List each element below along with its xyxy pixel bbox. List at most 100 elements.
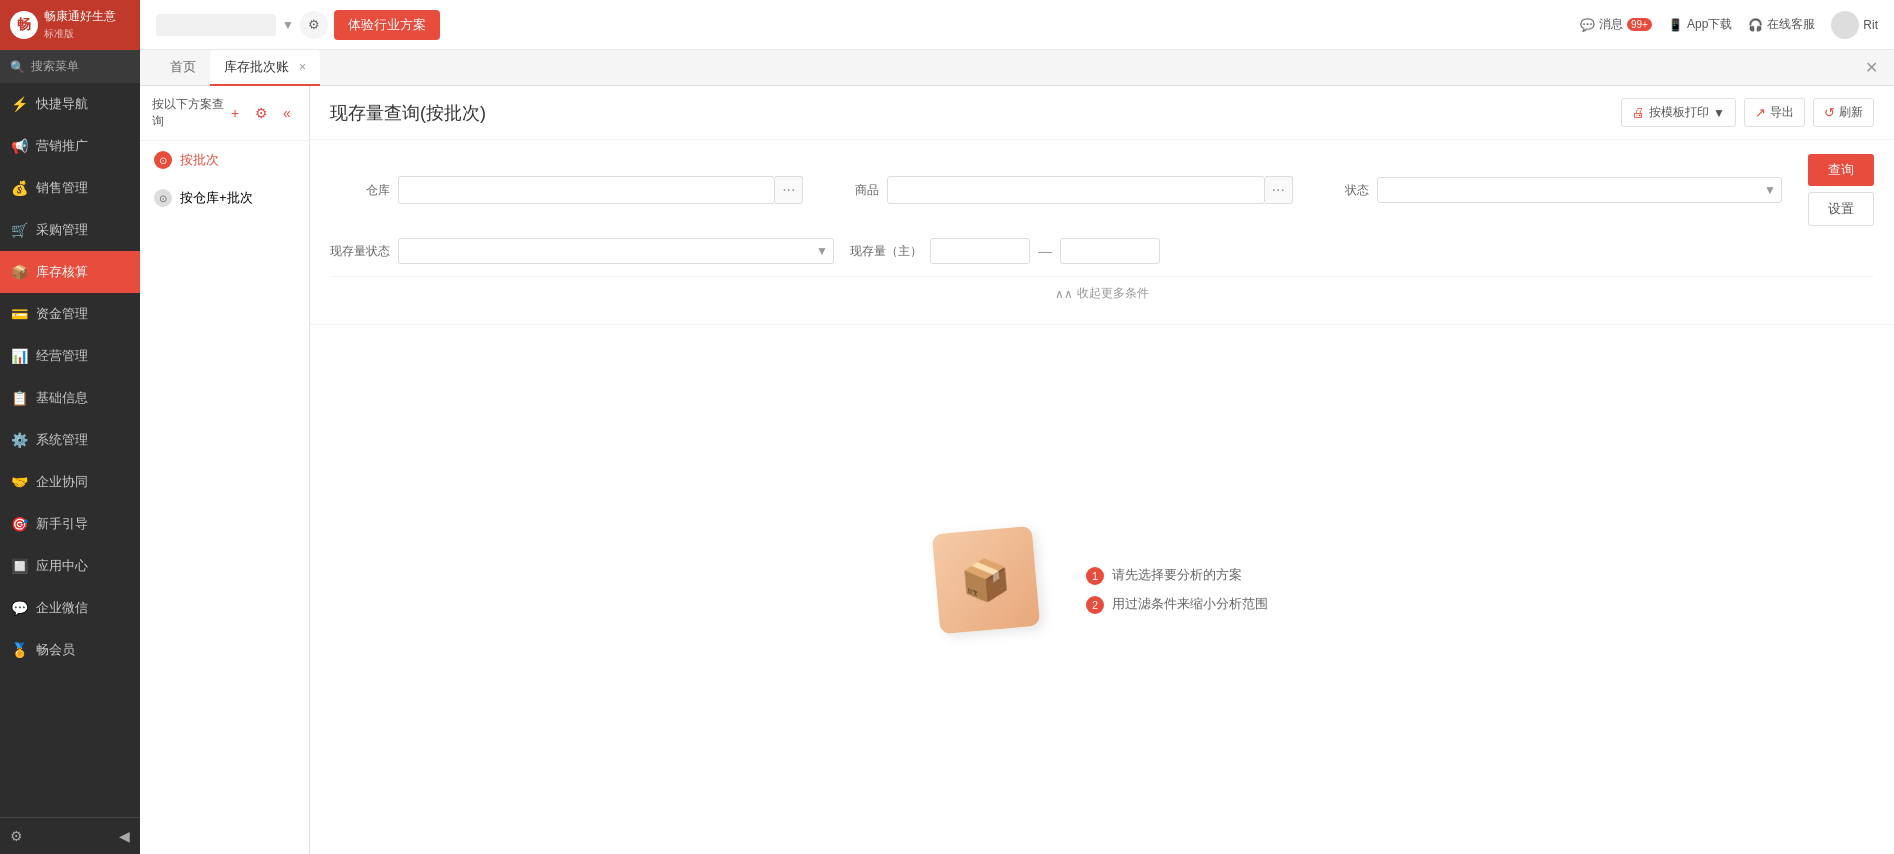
sidebar-search[interactable]: 🔍 搜索菜单: [0, 50, 140, 83]
sidebar-header: 畅 畅康通好生意 标准版: [0, 0, 140, 50]
stock-qty-separator: —: [1038, 243, 1052, 259]
app-download-btn[interactable]: 📱 App下载: [1668, 16, 1732, 33]
headset-icon: 🎧: [1748, 18, 1763, 32]
tab-home-label: 首页: [170, 58, 196, 76]
product-input[interactable]: [887, 176, 1264, 204]
message-btn[interactable]: 💬 消息 99+: [1580, 16, 1652, 33]
print-label: 按模板打印: [1649, 104, 1709, 121]
purchase-label: 采购管理: [36, 221, 88, 239]
search-form: 仓库 ··· 商品 ··· 状态: [310, 140, 1894, 325]
apps-label: 应用中心: [36, 557, 88, 575]
breadcrumb-input[interactable]: [156, 14, 276, 36]
basics-label: 基础信息: [36, 389, 88, 407]
sidebar-item-marketing[interactable]: 📢 营销推广: [0, 125, 140, 167]
add-scheme-btn[interactable]: +: [225, 103, 245, 123]
app-title: 畅康通好生意: [44, 9, 116, 25]
enterprise-label: 企业协同: [36, 473, 88, 491]
message-icon: 💬: [1580, 18, 1595, 32]
app-version: 标准版: [44, 27, 116, 41]
sidebar-item-enterprise[interactable]: 🤝 企业协同: [0, 461, 140, 503]
scheme-item-by-warehouse-batch[interactable]: ⊙ 按仓库+批次: [140, 179, 309, 217]
collapse-label: 收起更多条件: [1077, 285, 1149, 302]
left-panel-title: 按以下方案查询: [152, 96, 225, 130]
topbar-settings-btn[interactable]: ⚙: [300, 11, 328, 39]
form-settings-btn[interactable]: 设置: [1808, 192, 1874, 226]
page-header-actions: 🖨 按模板打印 ▼ ↗ 导出 ↺ 刷新: [1621, 98, 1874, 127]
export-icon: ↗: [1755, 105, 1766, 120]
sidebar-settings-btn[interactable]: ⚙: [10, 828, 23, 844]
stock-status-select[interactable]: 有库存 无库存: [398, 238, 834, 264]
sidebar-item-system[interactable]: ⚙️ 系统管理: [0, 419, 140, 461]
empty-face-icon: 📦: [959, 554, 1013, 605]
sidebar-search-label: 搜索菜单: [31, 58, 79, 75]
marketing-icon: 📢: [10, 137, 28, 155]
sidebar-collapse-btn[interactable]: ◀: [119, 828, 130, 844]
left-panel: 按以下方案查询 + ⚙ « ⊙ 按批次 ⊙ 按仓库+批次: [140, 86, 310, 854]
sidebar-item-apps[interactable]: 🔲 应用中心: [0, 545, 140, 587]
scheme-item-by-batch[interactable]: ⊙ 按批次: [140, 141, 309, 179]
sidebar-item-newbie[interactable]: 🎯 新手引导: [0, 503, 140, 545]
stock-qty-from-input[interactable]: [930, 238, 1030, 264]
empty-tip-2: 2 用过滤条件来缩小分析范围: [1086, 595, 1268, 614]
query-btn[interactable]: 查询: [1808, 154, 1874, 186]
sidebar-item-inventory[interactable]: 📦 库存核算: [0, 251, 140, 293]
sidebar-nav: ⚡ 快捷导航 📢 营销推广 💰 销售管理 🛒 采购管理 📦 库存核算 💳 资金管…: [0, 83, 140, 817]
refresh-btn[interactable]: ↺ 刷新: [1813, 98, 1874, 127]
sidebar-item-operations[interactable]: 📊 经营管理: [0, 335, 140, 377]
tip-2-num: 2: [1086, 596, 1104, 614]
online-service-label: 在线客服: [1767, 16, 1815, 33]
app-logo: 畅: [10, 11, 38, 39]
export-btn[interactable]: ↗ 导出: [1744, 98, 1805, 127]
user-profile[interactable]: Rit: [1831, 11, 1878, 39]
page-title: 现存量查询(按批次): [330, 101, 486, 125]
sales-label: 销售管理: [36, 179, 88, 197]
sidebar-item-member[interactable]: 🏅 畅会员: [0, 629, 140, 671]
product-more-btn[interactable]: ···: [1265, 176, 1293, 204]
wechat-icon: 💬: [10, 599, 28, 617]
print-btn[interactable]: 🖨 按模板打印 ▼: [1621, 98, 1736, 127]
status-select[interactable]: 启用 停用: [1377, 177, 1782, 203]
operations-label: 经营管理: [36, 347, 88, 365]
member-icon: 🏅: [10, 641, 28, 659]
status-field: 状态 启用 停用 ▼: [1309, 177, 1782, 203]
tab-inventory-batch[interactable]: 库存批次账 ×: [210, 50, 320, 86]
operations-icon: 📊: [10, 347, 28, 365]
warehouse-more-btn[interactable]: ···: [775, 176, 803, 204]
breadcrumb: ▼ ⚙ 体验行业方案: [156, 10, 1570, 40]
sidebar-item-basics[interactable]: 📋 基础信息: [0, 377, 140, 419]
sidebar-item-quick-nav[interactable]: ⚡ 快捷导航: [0, 83, 140, 125]
sidebar-item-sales[interactable]: 💰 销售管理: [0, 167, 140, 209]
tab-close-icon[interactable]: ×: [299, 60, 306, 74]
sidebar-item-finance[interactable]: 💳 资金管理: [0, 293, 140, 335]
experience-btn[interactable]: 体验行业方案: [334, 10, 440, 40]
refresh-icon: ↺: [1824, 105, 1835, 120]
warehouse-input[interactable]: [398, 176, 775, 204]
collapse-more-btn[interactable]: ∧∧ 收起更多条件: [330, 276, 1874, 310]
online-service-btn[interactable]: 🎧 在线客服: [1748, 16, 1815, 33]
user-name: Rit: [1863, 18, 1878, 32]
close-panel-btn[interactable]: ✕: [1865, 58, 1878, 77]
form-row-1: 仓库 ··· 商品 ··· 状态: [330, 154, 1874, 226]
inventory-label: 库存核算: [36, 263, 88, 281]
empty-illustration: 📦: [936, 530, 1056, 650]
page-header: 现存量查询(按批次) 🖨 按模板打印 ▼ ↗ 导出 ↺ 刷新: [310, 86, 1894, 140]
stock-qty-to-input[interactable]: [1060, 238, 1160, 264]
scheme-settings-btn[interactable]: ⚙: [251, 103, 271, 123]
empty-tips: 1 请先选择要分析的方案 2 用过滤条件来缩小分析范围: [1086, 566, 1268, 614]
scheme-by-warehouse-batch-icon: ⊙: [154, 189, 172, 207]
print-icon: 🖨: [1632, 105, 1645, 120]
quick-nav-label: 快捷导航: [36, 95, 88, 113]
sidebar-item-wechat[interactable]: 💬 企业微信: [0, 587, 140, 629]
export-label: 导出: [1770, 104, 1794, 121]
product-field: 商品 ···: [819, 176, 1292, 204]
warehouse-field: 仓库 ···: [330, 176, 803, 204]
app-download-label: App下载: [1687, 16, 1732, 33]
sidebar-item-purchase[interactable]: 🛒 采购管理: [0, 209, 140, 251]
search-icon: 🔍: [10, 60, 25, 74]
product-label: 商品: [819, 182, 879, 199]
scheme-collapse-btn[interactable]: «: [277, 103, 297, 123]
message-badge: 99+: [1627, 18, 1652, 31]
marketing-label: 营销推广: [36, 137, 88, 155]
tabbar: 首页 库存批次账 × ✕: [140, 50, 1894, 86]
tab-home[interactable]: 首页: [156, 50, 210, 86]
